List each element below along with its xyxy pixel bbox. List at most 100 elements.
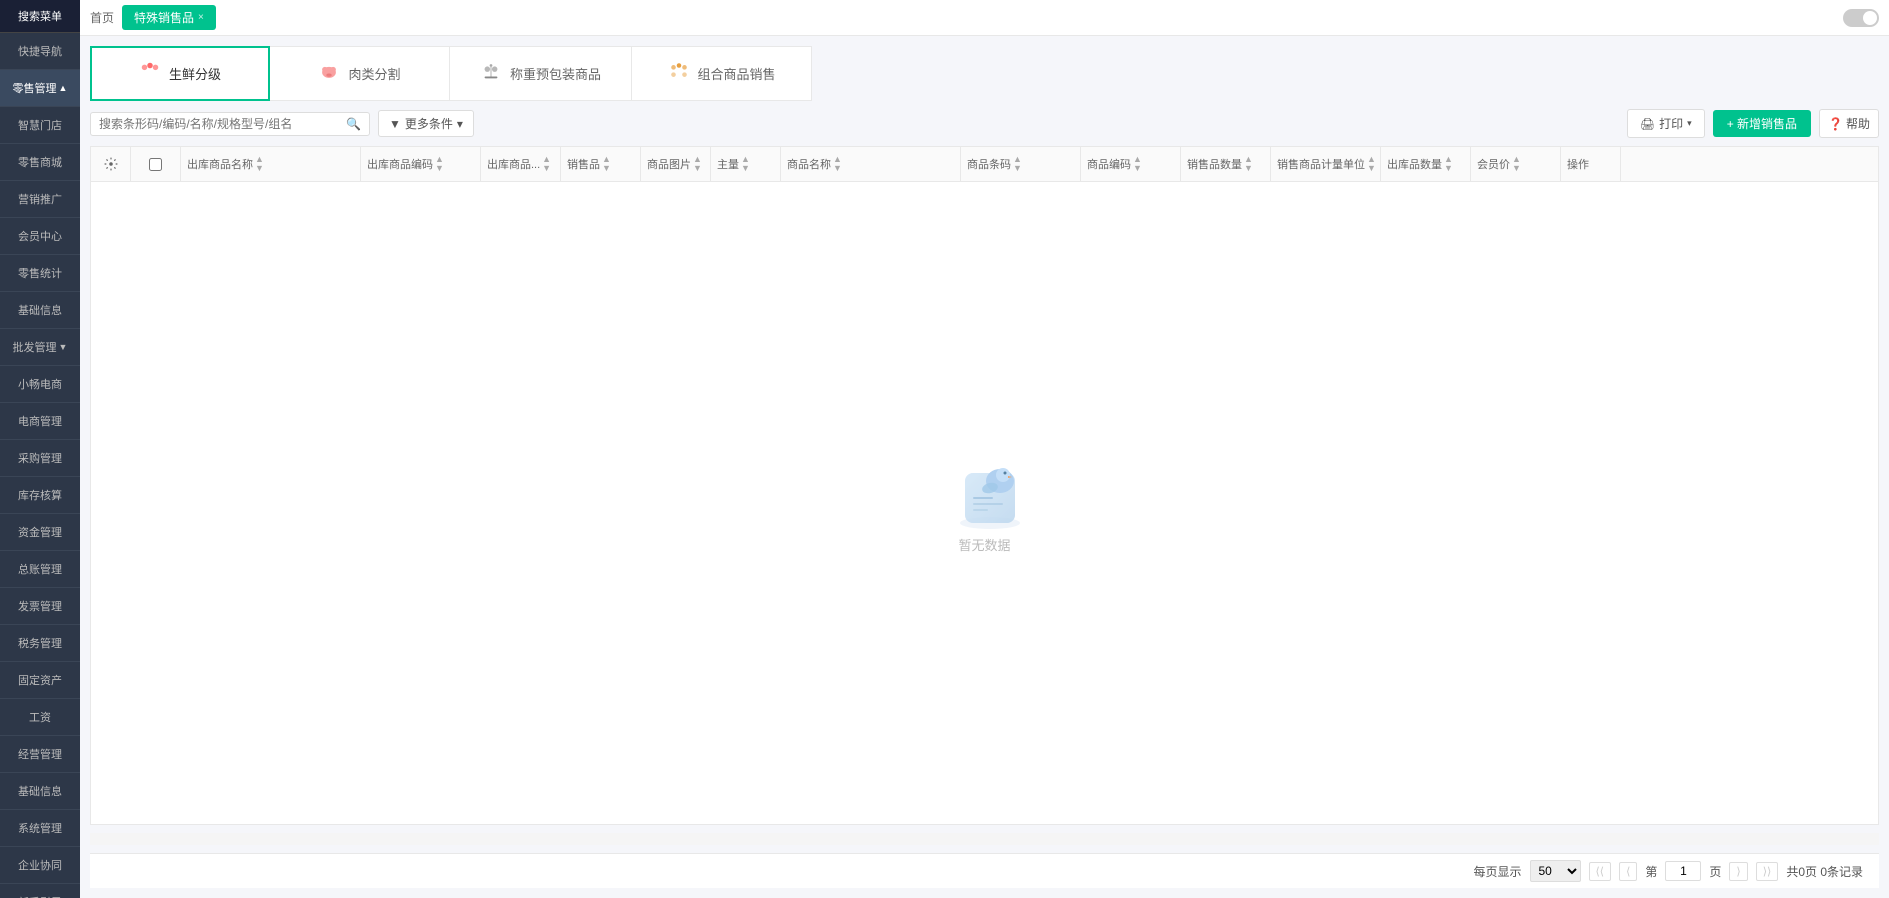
sidebar-item-smart-store[interactable]: 智慧门店: [0, 107, 80, 144]
sidebar-item-marketing[interactable]: 营销推广: [0, 181, 80, 218]
toolbar: 🔍 ▼ 更多条件 ▾ 🖨 打印 ▾ + 新增销售品 ❓ 帮助: [90, 109, 1879, 138]
search-box[interactable]: 🔍: [90, 112, 370, 136]
tab-meat-cut[interactable]: 肉类分割: [270, 46, 450, 101]
active-tab[interactable]: 特殊销售品 ×: [122, 5, 216, 30]
column-out-name: 出库商品名称 ▲▼: [181, 147, 361, 181]
sort-out-name-icon[interactable]: ▲▼: [255, 155, 264, 173]
sort-weight-icon[interactable]: ▲▼: [741, 155, 750, 173]
sort-out-qty-icon[interactable]: ▲▼: [1444, 155, 1453, 173]
pagination-bar: 每页显示 10 20 50 100 ⟨⟨ ⟨ 第 页 ⟩ ⟩⟩ 共0页 0条记录: [90, 853, 1879, 888]
sidebar-item-salary[interactable]: 工资: [0, 699, 80, 736]
topbar: 首页 特殊销售品 ×: [80, 0, 1889, 36]
column-settings[interactable]: [91, 147, 131, 181]
sidebar-item-general-ledger[interactable]: 总账管理: [0, 551, 80, 588]
sidebar-item-retail-stats[interactable]: 零售统计: [0, 255, 80, 292]
sort-sales-icon[interactable]: ▲▼: [602, 155, 611, 173]
sort-goods-code-icon[interactable]: ▲▼: [1133, 155, 1142, 173]
column-checkbox[interactable]: [131, 147, 181, 181]
sort-img-icon[interactable]: ▲▼: [693, 155, 702, 173]
page-label: 第: [1645, 863, 1657, 880]
column-out-code1: 出库商品编码 ▲▼: [361, 147, 481, 181]
member-center-label: 会员中心: [18, 228, 62, 244]
last-page-button[interactable]: ⟩⟩: [1756, 862, 1779, 881]
sort-goods-name-icon[interactable]: ▲▼: [833, 155, 842, 173]
prev-page-button[interactable]: ⟨: [1619, 862, 1637, 881]
sort-price-icon[interactable]: ▲▼: [1512, 155, 1521, 173]
column-operation: 操作: [1561, 147, 1621, 181]
add-sales-item-button[interactable]: + 新增销售品: [1713, 110, 1811, 137]
first-page-button[interactable]: ⟨⟨: [1589, 862, 1612, 881]
sidebar-item-quick-nav[interactable]: 快捷导航: [0, 33, 80, 70]
sidebar-item-ecom-mgmt[interactable]: 电商管理: [0, 403, 80, 440]
fresh-grade-icon: [139, 60, 161, 87]
help-button[interactable]: ❓ 帮助: [1819, 109, 1879, 138]
combo-sales-icon: [668, 60, 690, 87]
wholesale-arrow: ▼: [59, 342, 68, 352]
close-tab-icon[interactable]: ×: [198, 12, 204, 23]
sidebar-item-inventory[interactable]: 库存核算: [0, 477, 80, 514]
tab-combo-sales[interactable]: 组合商品销售: [632, 46, 812, 101]
sidebar-item-basic-info2[interactable]: 基础信息: [0, 773, 80, 810]
help-icon: ❓: [1828, 117, 1843, 131]
column-out-code2: 出库商品... ▲▼: [481, 147, 561, 181]
sidebar-logo[interactable]: 搜索菜单: [0, 0, 80, 33]
sort-out-code2-icon[interactable]: ▲▼: [542, 155, 551, 173]
sidebar-item-invoice-mgmt[interactable]: 发票管理: [0, 588, 80, 625]
empty-text: 暂无数据: [958, 535, 1010, 554]
print-button[interactable]: 🖨 打印 ▾: [1627, 109, 1705, 138]
category-tabs: 生鲜分级 肉类分割: [90, 46, 1879, 101]
sidebar-item-fixed-assets[interactable]: 固定资产: [0, 662, 80, 699]
meat-cut-icon: [318, 60, 340, 87]
tab-fresh-grade[interactable]: 生鲜分级: [90, 46, 270, 101]
sidebar-item-ops-mgmt[interactable]: 经营管理: [0, 736, 80, 773]
print-label: 打印: [1659, 115, 1683, 132]
sidebar-item-basic-info[interactable]: 基础信息: [0, 292, 80, 329]
column-member-price: 会员价 ▲▼: [1471, 147, 1561, 181]
sidebar-item-sys-mgmt[interactable]: 系统管理: [0, 810, 80, 847]
column-goods-name: 商品名称 ▲▼: [781, 147, 961, 181]
filter-button[interactable]: ▼ 更多条件 ▾: [378, 110, 474, 137]
sidebar-item-mini-ecom[interactable]: 小畅电商: [0, 366, 80, 403]
filter-label: 更多条件: [405, 115, 453, 132]
column-barcode: 商品条码 ▲▼: [961, 147, 1081, 181]
filter-arrow-icon: ▾: [457, 117, 463, 131]
column-out-qty: 出库品数量 ▲▼: [1381, 147, 1471, 181]
sidebar-item-new-guide[interactable]: 新手引导: [0, 884, 80, 898]
next-page-button[interactable]: ⟩: [1729, 862, 1747, 881]
empty-icon: [945, 453, 1025, 523]
theme-toggle[interactable]: [1843, 9, 1879, 27]
horizontal-scrollbar[interactable]: [90, 833, 1879, 845]
sidebar-item-corp-agreement[interactable]: 企业协同: [0, 847, 80, 884]
sidebar-item-member-center[interactable]: 会员中心: [0, 218, 80, 255]
tab-weight-pack[interactable]: 称重预包装商品: [450, 46, 632, 101]
retail-mgmt-arrow: ▲: [59, 83, 68, 93]
mini-ecom-label: 小畅电商: [18, 376, 62, 392]
sort-sales-qty-icon[interactable]: ▲▼: [1244, 155, 1253, 173]
sidebar-item-retail-mgmt[interactable]: 零售管理 ▲: [0, 70, 80, 107]
sidebar-item-wholesale-mgmt[interactable]: 批发管理 ▼: [0, 329, 80, 366]
active-tab-label: 特殊销售品: [134, 9, 194, 26]
sidebar-item-retail-mall[interactable]: 零售商城: [0, 144, 80, 181]
sort-unit-icon[interactable]: ▲▼: [1367, 155, 1376, 173]
search-icon[interactable]: 🔍: [346, 117, 361, 131]
retail-mgmt-label: 零售管理: [13, 80, 57, 96]
home-tab[interactable]: 首页: [90, 9, 114, 26]
sidebar-item-tax-mgmt[interactable]: 税务管理: [0, 625, 80, 662]
select-all-checkbox[interactable]: [149, 158, 162, 171]
weight-pack-label: 称重预包装商品: [510, 64, 601, 83]
retail-stats-label: 零售统计: [18, 265, 62, 281]
sidebar-item-purchase-mgmt[interactable]: 采购管理: [0, 440, 80, 477]
sidebar: 搜索菜单 快捷导航 零售管理 ▲ 智慧门店 零售商城 营销推广 会员中心 零售统…: [0, 0, 80, 898]
search-input[interactable]: [99, 117, 342, 131]
total-info: 共0页 0条记录: [1786, 863, 1863, 880]
print-arrow-icon: ▾: [1687, 118, 1692, 129]
sidebar-item-finance[interactable]: 资金管理: [0, 514, 80, 551]
fixed-assets-label: 固定资产: [18, 672, 62, 688]
finance-label: 资金管理: [18, 524, 62, 540]
combo-sales-label: 组合商品销售: [698, 64, 776, 83]
sort-barcode-icon[interactable]: ▲▼: [1013, 155, 1022, 173]
general-ledger-label: 总账管理: [18, 561, 62, 577]
page-number-input[interactable]: [1665, 861, 1701, 881]
sort-out-code1-icon[interactable]: ▲▼: [435, 155, 444, 173]
per-page-select[interactable]: 10 20 50 100: [1530, 860, 1581, 882]
